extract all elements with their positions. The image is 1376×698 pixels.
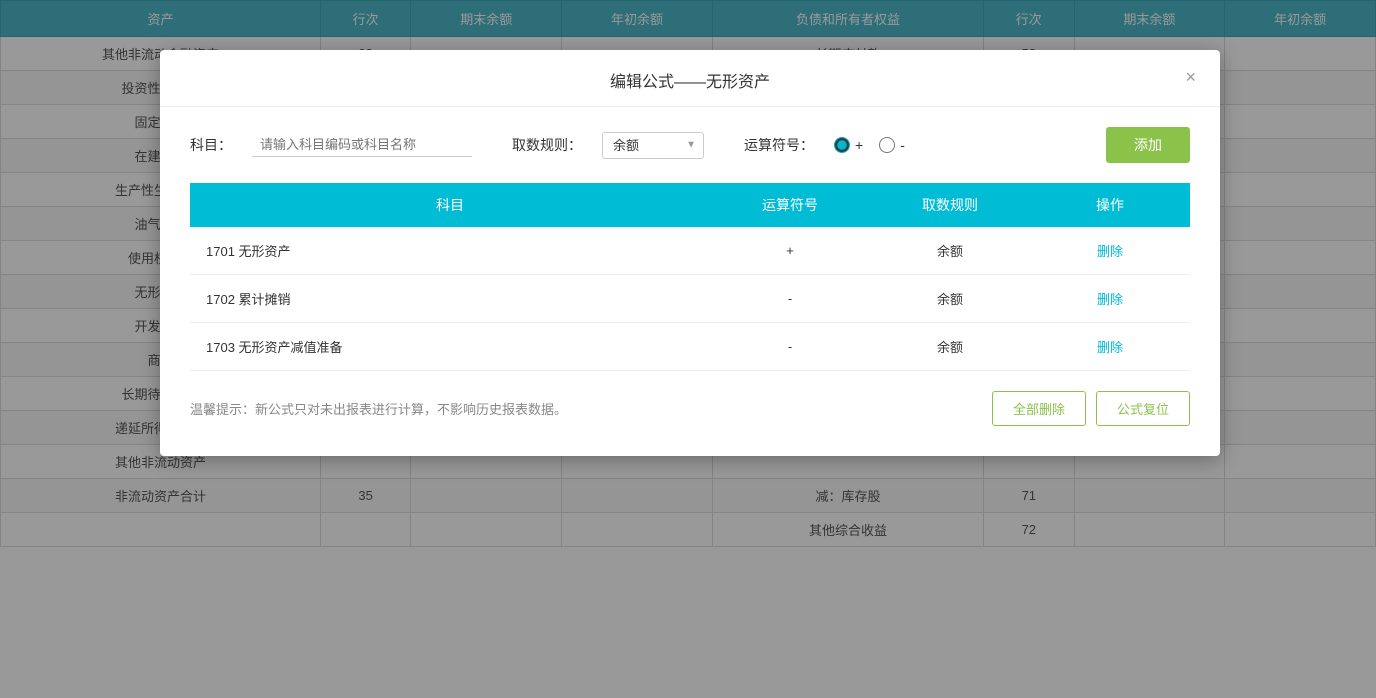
operator-plus-radio[interactable]: + xyxy=(834,137,863,153)
table-row: 1701 无形资产+余额 删除 xyxy=(190,227,1190,275)
delete-row-button[interactable]: 删除 xyxy=(1097,292,1123,307)
col-header-subject: 科目 xyxy=(190,183,710,227)
col-header-action: 操作 xyxy=(1030,183,1190,227)
action-cell: 删除 xyxy=(1030,227,1190,275)
data-table: 科目 运算符号 取数规则 操作 1701 无形资产+余额删除1702 累计摊销-… xyxy=(190,183,1190,371)
rule-label: 取数规则： xyxy=(512,135,582,155)
table-body: 1701 无形资产+余额删除1702 累计摊销-余额删除1703 无形资产减值准… xyxy=(190,227,1190,371)
action-cell: 删除 xyxy=(1030,323,1190,371)
modal-close-button[interactable]: × xyxy=(1179,64,1202,90)
subject-cell: 1702 累计摊销 xyxy=(190,275,710,323)
modal-title: 编辑公式——无形资产 xyxy=(610,68,770,92)
col-header-operator: 运算符号 xyxy=(710,183,870,227)
operator-plus-label: + xyxy=(855,137,863,153)
data-table-wrapper: 科目 运算符号 取数规则 操作 1701 无形资产+余额删除1702 累计摊销-… xyxy=(160,183,1220,371)
subject-input[interactable] xyxy=(252,133,472,157)
subject-label: 科目： xyxy=(190,135,232,155)
rule-cell: 余额 xyxy=(870,275,1030,323)
add-button[interactable]: 添加 xyxy=(1106,127,1190,163)
action-cell: 删除 xyxy=(1030,275,1190,323)
operator-minus-radio[interactable]: - xyxy=(879,137,905,153)
subject-cell: 1703 无形资产减值准备 xyxy=(190,323,710,371)
operator-plus-input[interactable] xyxy=(834,137,850,153)
col-header-rule: 取数规则 xyxy=(870,183,1030,227)
table-row: 1702 累计摊销-余额 删除 xyxy=(190,275,1190,323)
rule-select-wrapper[interactable]: 余额 借方 贷方 借方发生额 贷方发生额 xyxy=(602,132,704,159)
footer-buttons: 全部删除 公式复位 xyxy=(992,391,1190,426)
operator-cell: + xyxy=(710,227,870,275)
operator-cell: - xyxy=(710,275,870,323)
modal-footer: 温馨提示：新公式只对未出报表进行计算，不影响历史报表数据。 全部删除 公式复位 xyxy=(160,371,1220,426)
modal-header: 编辑公式——无形资产 × xyxy=(160,50,1220,107)
form-row: 科目： 取数规则： 余额 借方 贷方 借方发生额 贷方发生额 运算符号： + -… xyxy=(160,107,1220,183)
table-row: 1703 无形资产减值准备-余额 删除 xyxy=(190,323,1190,371)
rule-cell: 余额 xyxy=(870,227,1030,275)
rule-select[interactable]: 余额 借方 贷方 借方发生额 贷方发生额 xyxy=(602,132,704,159)
operator-minus-label: - xyxy=(900,137,905,153)
reset-formula-button[interactable]: 公式复位 xyxy=(1096,391,1190,426)
delete-all-button[interactable]: 全部删除 xyxy=(992,391,1086,426)
table-header-row: 科目 运算符号 取数规则 操作 xyxy=(190,183,1190,227)
rule-cell: 余额 xyxy=(870,323,1030,371)
operator-minus-input[interactable] xyxy=(879,137,895,153)
delete-row-button[interactable]: 删除 xyxy=(1097,340,1123,355)
operator-radio-group: + - xyxy=(834,137,905,153)
operator-label: 运算符号： xyxy=(744,135,814,155)
footer-tip: 温馨提示：新公式只对未出报表进行计算，不影响历史报表数据。 xyxy=(190,399,567,418)
delete-row-button[interactable]: 删除 xyxy=(1097,244,1123,259)
operator-cell: - xyxy=(710,323,870,371)
modal-dialog: 编辑公式——无形资产 × 科目： 取数规则： 余额 借方 贷方 借方发生额 贷方… xyxy=(160,50,1220,456)
subject-cell: 1701 无形资产 xyxy=(190,227,710,275)
